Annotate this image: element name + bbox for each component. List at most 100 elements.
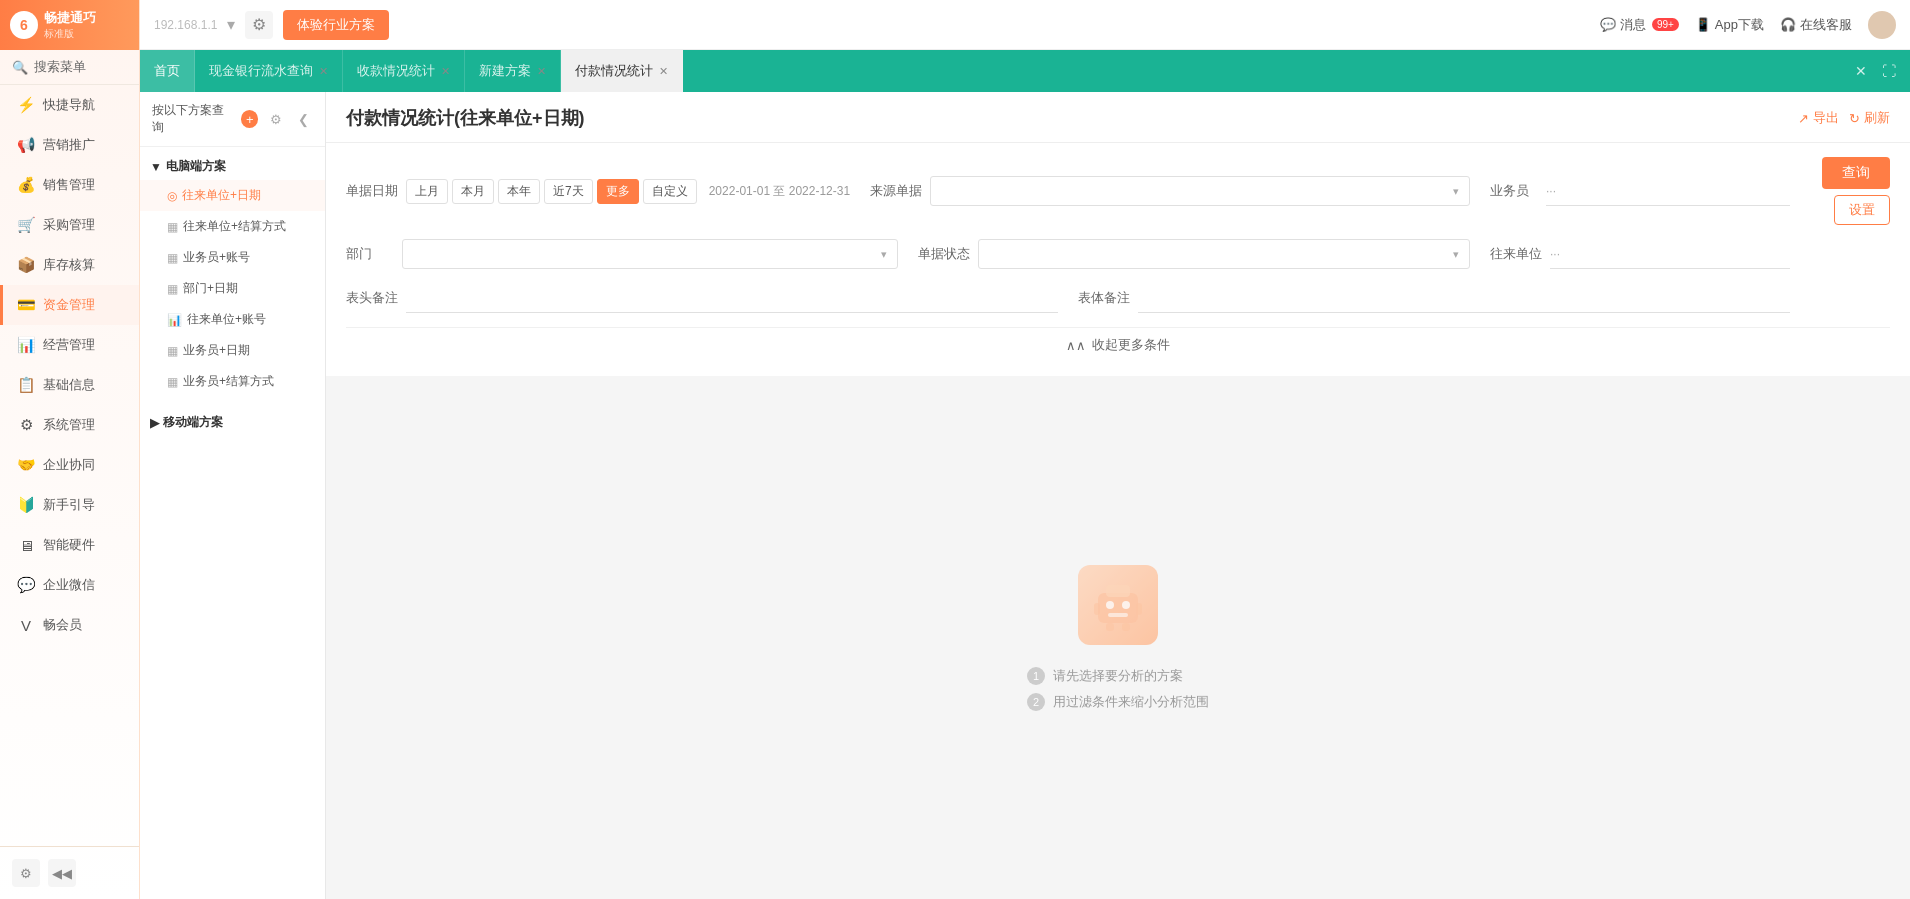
page-header: 付款情况统计(往来单位+日期) ↗ 导出 ↻ 刷新 [326, 92, 1910, 143]
plan-item-partner-settle[interactable]: ▦ 往来单位+结算方式 [140, 211, 325, 242]
filter-right-col: 查询 设置 [1810, 157, 1890, 225]
topbar: 192.168.1.1 ▾ ⚙ 体验行业方案 💬 消息 99+ 📱 App下载 … [140, 0, 1910, 50]
this-year-btn[interactable]: 本年 [498, 179, 540, 204]
topbar-chevron[interactable]: ▾ [227, 15, 235, 34]
plan-item-partner-date[interactable]: ◎ 往来单位+日期 [140, 180, 325, 211]
search-label: 搜索菜单 [34, 58, 86, 76]
svg-rect-1 [1106, 585, 1130, 597]
tab-receipt-stats[interactable]: 收款情况统计 ✕ [343, 50, 465, 92]
collapse-filter-btn[interactable]: ∧∧ 收起更多条件 [346, 327, 1890, 362]
service-icon: 🎧 [1780, 17, 1796, 32]
wechat-icon: 💬 [17, 576, 35, 594]
tab-payment-stats-label: 付款情况统计 [575, 62, 653, 80]
filter-partner: 往来单位 ··· [1490, 239, 1790, 269]
online-service-btn[interactable]: 🎧 在线客服 [1780, 16, 1852, 34]
sidebar-item-purchase[interactable]: 🛒采购管理 [0, 205, 139, 245]
more-btn[interactable]: 更多 [597, 179, 639, 204]
empty-area: 1 请先选择要分析的方案 2 用过滤条件来缩小分析范围 [326, 376, 1910, 899]
sidebar-item-base-info[interactable]: 📋基础信息 [0, 365, 139, 405]
table-body-note-label: 表体备注 [1078, 289, 1130, 307]
sidebar-collapse-btn[interactable]: ◀◀ [48, 859, 76, 887]
page-header-top: 付款情况统计(往来单位+日期) ↗ 导出 ↻ 刷新 [346, 106, 1890, 130]
sidebar-item-member[interactable]: V畅会员 [0, 605, 139, 645]
sidebar-item-system[interactable]: ⚙系统管理 [0, 405, 139, 445]
dept-select[interactable]: ▾ [402, 239, 898, 269]
message-btn[interactable]: 💬 消息 99+ [1600, 16, 1679, 34]
sidebar-item-inventory[interactable]: 📦库存核算 [0, 245, 139, 285]
filter-source: 来源单据 ▾ [870, 176, 1470, 206]
svg-rect-6 [1136, 603, 1142, 615]
operations-icon: 📊 [17, 336, 35, 354]
filter-row-3: 表头备注 表体备注 [346, 283, 1890, 313]
plan-item-staff-settle[interactable]: ▦ 业务员+结算方式 [140, 366, 325, 397]
tab-payment-stats-close[interactable]: ✕ [659, 65, 668, 78]
sidebar-item-sales[interactable]: 💰销售管理 [0, 165, 139, 205]
topbar-settings-btn[interactable]: ⚙ [245, 11, 273, 39]
add-plan-btn[interactable]: + [241, 110, 258, 128]
app-download-btn[interactable]: 📱 App下载 [1695, 16, 1764, 34]
sidebar-settings-btn[interactable]: ⚙ [12, 859, 40, 887]
sidebar-item-enterprise[interactable]: 🤝企业协同 [0, 445, 139, 485]
quick-nav-icon: ⚡ [17, 96, 35, 114]
right-panel: 付款情况统计(往来单位+日期) ↗ 导出 ↻ 刷新 [326, 92, 1910, 899]
tab-bank-flow-close[interactable]: ✕ [319, 65, 328, 78]
tab-bank-flow[interactable]: 现金银行流水查询 ✕ [195, 50, 343, 92]
tab-home[interactable]: 首页 [140, 50, 195, 92]
plan-item-staff-date[interactable]: ▦ 业务员+日期 [140, 335, 325, 366]
trial-button[interactable]: 体验行业方案 [283, 10, 389, 40]
expand-btn[interactable]: ⛶ [1876, 58, 1902, 84]
svg-rect-0 [1098, 593, 1138, 623]
sidebar-item-guide[interactable]: 🔰新手引导 [0, 485, 139, 525]
hint2-num: 2 [1027, 693, 1045, 711]
last-month-btn[interactable]: 上月 [406, 179, 448, 204]
set-button[interactable]: 设置 [1834, 195, 1890, 225]
sidebar-item-operations[interactable]: 📊经营管理 [0, 325, 139, 365]
table-body-note-input[interactable] [1138, 283, 1790, 313]
page-actions: ↗ 导出 ↻ 刷新 [1798, 109, 1890, 127]
empty-hint-1: 1 请先选择要分析的方案 [1027, 667, 1209, 685]
source-select[interactable]: ▾ [930, 176, 1470, 206]
table-header-note-label: 表头备注 [346, 289, 398, 307]
panel-collapse-btn[interactable]: ❮ [294, 109, 313, 129]
plan-item-partner-account[interactable]: 📊 往来单位+账号 [140, 304, 325, 335]
user-avatar[interactable] [1868, 11, 1896, 39]
mobile-plan-group-header[interactable]: ▶ 移动端方案 [140, 409, 325, 436]
sidebar-item-capital[interactable]: 💳资金管理 [0, 285, 139, 325]
custom-btn[interactable]: 自定义 [643, 179, 697, 204]
close-all-btn[interactable]: ✕ [1848, 58, 1874, 84]
tabbar: 首页 现金银行流水查询 ✕ 收款情况统计 ✕ 新建方案 ✕ 付款情况统计 ✕ ✕… [140, 50, 1910, 92]
staff-account-label: 业务员+账号 [183, 249, 250, 266]
content: 按以下方案查询 + ⚙ ❮ ▼ 电脑端方案 ◎ 往来单位+日期 ▦ 往来单位+结… [140, 92, 1910, 899]
plan-item-staff-account[interactable]: ▦ 业务员+账号 [140, 242, 325, 273]
doc-status-select[interactable]: ▾ [978, 239, 1470, 269]
table-header-note-input[interactable] [406, 283, 1058, 313]
dept-date-icon: ▦ [167, 282, 178, 296]
sidebar-item-wechat[interactable]: 💬企业微信 [0, 565, 139, 605]
dept-label: 部门 [346, 245, 394, 263]
capital-icon: 💳 [17, 296, 35, 314]
tab-payment-stats[interactable]: 付款情况统计 ✕ [561, 50, 683, 92]
query-button[interactable]: 查询 [1822, 157, 1890, 189]
search-menu[interactable]: 🔍 搜索菜单 [0, 50, 139, 85]
plan-settings-btn[interactable]: ⚙ [266, 109, 285, 129]
sidebar-item-quick-nav[interactable]: ⚡快捷导航 [0, 85, 139, 125]
tab-receipt-stats-close[interactable]: ✕ [441, 65, 450, 78]
staff-settle-label: 业务员+结算方式 [183, 373, 274, 390]
sidebar-item-marketing[interactable]: 📢营销推广 [0, 125, 139, 165]
tab-bank-flow-label: 现金银行流水查询 [209, 62, 313, 80]
desktop-plan-group-header[interactable]: ▼ 电脑端方案 [140, 153, 325, 180]
desktop-group-label: 电脑端方案 [166, 158, 226, 175]
sidebar-item-hardware[interactable]: 🖥智能硬件 [0, 525, 139, 565]
tab-new-plan[interactable]: 新建方案 ✕ [465, 50, 561, 92]
tab-new-plan-close[interactable]: ✕ [537, 65, 546, 78]
empty-hint-2: 2 用过滤条件来缩小分析范围 [1027, 693, 1209, 711]
marketing-icon: 📢 [17, 136, 35, 154]
staff-date-icon: ▦ [167, 344, 178, 358]
this-month-btn[interactable]: 本月 [452, 179, 494, 204]
export-btn[interactable]: ↗ 导出 [1798, 109, 1839, 127]
member-icon: V [17, 616, 35, 634]
purchase-icon: 🛒 [17, 216, 35, 234]
last-7-btn[interactable]: 近7天 [544, 179, 593, 204]
plan-item-dept-date[interactable]: ▦ 部门+日期 [140, 273, 325, 304]
refresh-btn[interactable]: ↻ 刷新 [1849, 109, 1890, 127]
